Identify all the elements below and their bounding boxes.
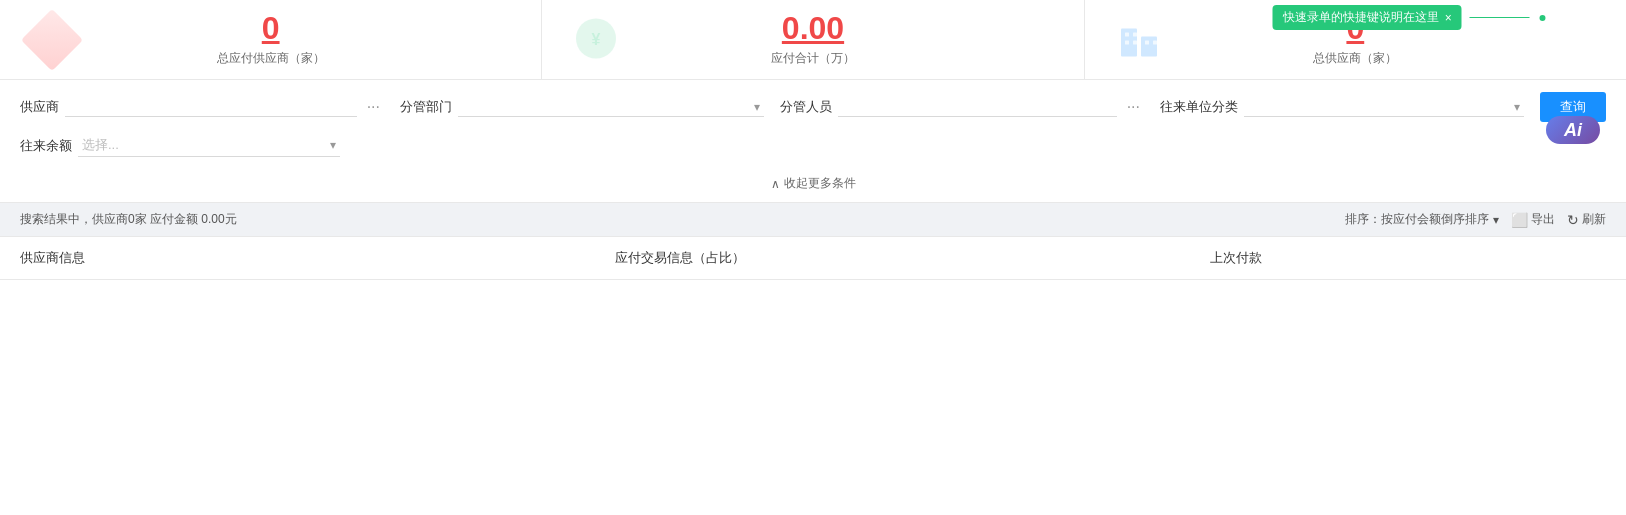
result-bar: 搜索结果中，供应商0家 应付金额 0.00元 排序：按应付会额倒序排序 ▾ ⬜ …	[0, 203, 1626, 237]
stat-payable-total: ¥ 0.00 应付合计（万）	[542, 0, 1084, 79]
payable-total-value[interactable]: 0.00	[782, 12, 844, 44]
unit-category-select[interactable]: ▾	[1244, 98, 1524, 117]
supplier-input[interactable]	[65, 97, 357, 117]
total-payable-suppliers-label: 总应付供应商（家）	[217, 50, 325, 67]
filter-manager: 分管人员 ···	[780, 97, 1144, 117]
svg-text:¥: ¥	[592, 30, 601, 47]
stat-total-payable-suppliers: 0 总应付供应商（家）	[0, 0, 542, 79]
refresh-button[interactable]: ↻ 刷新	[1567, 211, 1606, 228]
diamond-icon	[30, 18, 74, 62]
tooltip-dot	[1538, 13, 1548, 23]
svg-rect-5	[1133, 32, 1137, 36]
coin-icon: ¥	[572, 14, 620, 65]
collapse-icon: ∧	[771, 177, 780, 191]
collapse-label: 收起更多条件	[784, 175, 856, 192]
supplier-more-btn[interactable]: ···	[363, 98, 384, 116]
balance-placeholder: 选择...	[82, 136, 330, 154]
total-suppliers-label: 总供应商（家）	[1313, 50, 1397, 67]
table-header: 供应商信息 应付交易信息（占比） 上次付款	[0, 237, 1626, 280]
manager-input[interactable]	[838, 97, 1117, 117]
unit-category-dropdown-icon: ▾	[1514, 100, 1520, 114]
filter-bar: 供应商 ··· 分管部门 ▾ 分管人员 ··· 往来单位分类 ▾	[0, 80, 1626, 203]
col-header-supplier-info: 供应商信息	[20, 249, 615, 267]
payable-total-label: 应付合计（万）	[771, 50, 855, 67]
filter-row-2: 往来余额 选择... ▾	[20, 134, 340, 157]
filter-balance: 往来余额 选择... ▾	[20, 134, 340, 157]
tooltip-container: 快速录单的快捷键说明在这里 ×	[1273, 5, 1548, 30]
supplier-label: 供应商	[20, 98, 59, 116]
export-icon: ⬜	[1511, 212, 1528, 228]
filter-department: 分管部门 ▾	[400, 98, 764, 117]
tooltip-close-icon[interactable]: ×	[1445, 11, 1452, 25]
svg-rect-8	[1145, 40, 1149, 44]
stat-total-suppliers: 快速录单的快捷键说明在这里 × 0 总供应商（家）	[1085, 0, 1626, 79]
collapse-bar: ∧ 收起更多条件	[20, 169, 1606, 202]
sort-icon: ▾	[1493, 213, 1499, 227]
balance-dropdown-icon: ▾	[330, 138, 336, 152]
tooltip-text: 快速录单的快捷键说明在这里	[1283, 9, 1439, 26]
result-actions: 排序：按应付会额倒序排序 ▾ ⬜ 导出 ↻ 刷新	[1345, 211, 1606, 228]
svg-rect-4	[1125, 32, 1129, 36]
result-info: 搜索结果中，供应商0家 应付金额 0.00元	[20, 211, 237, 228]
buildings-icon	[1115, 14, 1163, 65]
department-dropdown-icon: ▾	[754, 100, 760, 114]
svg-rect-6	[1125, 40, 1129, 44]
unit-category-label: 往来单位分类	[1160, 98, 1238, 116]
collapse-button[interactable]: ∧ 收起更多条件	[771, 175, 856, 192]
refresh-label: 刷新	[1582, 211, 1606, 228]
tooltip-line	[1470, 17, 1530, 18]
manager-label: 分管人员	[780, 98, 832, 116]
export-button[interactable]: ⬜ 导出	[1511, 211, 1555, 228]
balance-select[interactable]: 选择... ▾	[78, 134, 340, 157]
department-label: 分管部门	[400, 98, 452, 116]
sort-button[interactable]: 排序：按应付会额倒序排序 ▾	[1345, 211, 1499, 228]
stats-bar: 0 总应付供应商（家） ¥ 0.00 应付合计（万） 快速录单的快捷键说明在这里…	[0, 0, 1626, 80]
balance-label: 往来余额	[20, 137, 72, 155]
filter-row-1: 供应商 ··· 分管部门 ▾ 分管人员 ··· 往来单位分类 ▾	[20, 92, 1606, 122]
col-header-transaction-info: 应付交易信息（占比）	[615, 249, 1210, 267]
filter-supplier: 供应商 ···	[20, 97, 384, 117]
sort-label: 排序：按应付会额倒序排序	[1345, 211, 1489, 228]
svg-rect-7	[1133, 40, 1137, 44]
col-header-last-payment: 上次付款	[1210, 249, 1607, 267]
ai-badge[interactable]: Ai	[1546, 116, 1600, 144]
total-payable-suppliers-value[interactable]: 0	[262, 12, 280, 44]
svg-rect-3	[1141, 36, 1157, 56]
manager-more-btn[interactable]: ···	[1123, 98, 1144, 116]
tooltip-bubble: 快速录单的快捷键说明在这里 ×	[1273, 5, 1462, 30]
table-body	[0, 280, 1626, 515]
department-select[interactable]: ▾	[458, 98, 764, 117]
filter-unit-category: 往来单位分类 ▾	[1160, 98, 1524, 117]
refresh-icon: ↻	[1567, 212, 1579, 228]
export-label: 导出	[1531, 211, 1555, 228]
svg-rect-9	[1153, 40, 1157, 44]
